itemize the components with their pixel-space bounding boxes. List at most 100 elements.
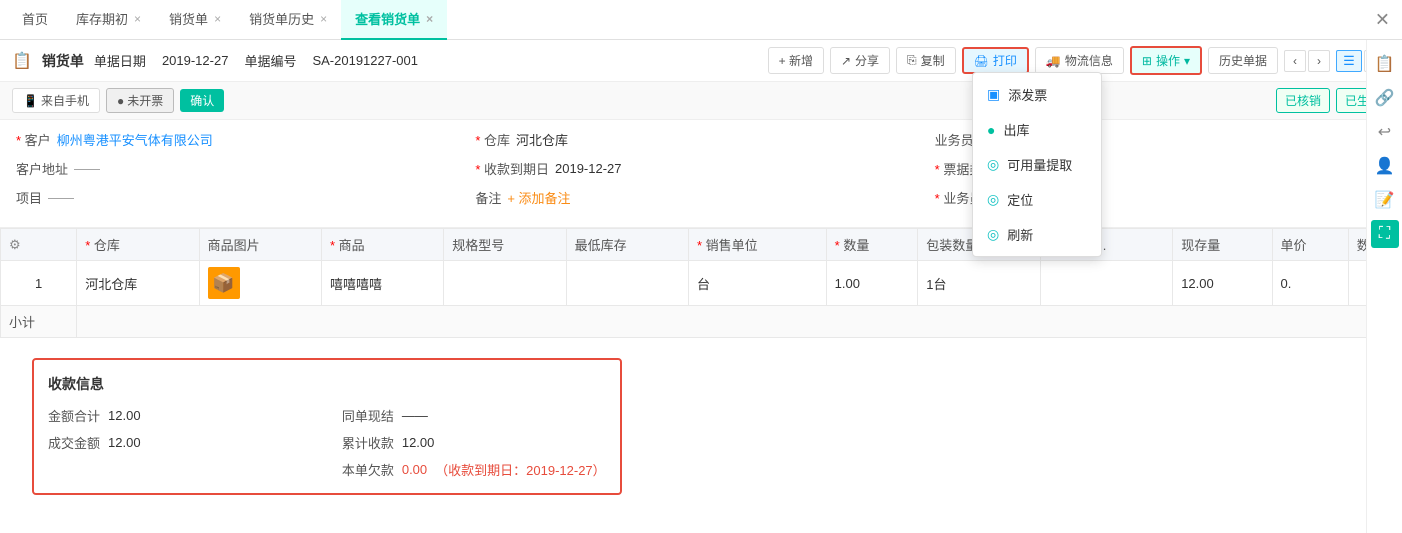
doc-toolbar2: 📱 来自手机 ● 未开票 确认 已核销 已生效 (0, 82, 1402, 120)
row-current-stock: 12.00 (1173, 261, 1272, 306)
history-button[interactable]: 历史单据 (1208, 47, 1278, 74)
phone-button[interactable]: 📱 来自手机 (12, 88, 100, 113)
add-note-button[interactable]: + 添加备注 (507, 188, 570, 207)
total-amount-row: 金额合计 12.00 (48, 406, 312, 425)
number-value: SA-20191227-001 (312, 53, 418, 68)
customer-value[interactable]: 柳州粤港平安气体有限公司 (57, 130, 213, 149)
th-image: 商品图片 (199, 229, 321, 261)
truck-icon: 🚚 (1046, 54, 1061, 68)
doc-meta: 单据日期 2019-12-27 单据编号 SA-20191227-001 (94, 51, 418, 70)
table-header-row: ⚙ * 仓库 商品图片 * 商品 规格型号 最低库存 * 销售单位 * 数量 包… (1, 229, 1402, 261)
close-tab-inventory[interactable]: × (134, 12, 141, 26)
form-row-2: 客户地址 —— 收款到期日 2019-12-27 票据类型 不开票 (16, 159, 1386, 178)
arrears-label: 本单欠款 (342, 460, 394, 479)
address-label: 客户地址 (16, 159, 68, 178)
confirm-button[interactable]: 确认 (180, 89, 224, 112)
window-close-icon[interactable]: ✕ (1375, 9, 1390, 30)
project-field: 项目 —— (16, 188, 467, 207)
note-label: 备注 (475, 188, 501, 207)
data-table: ⚙ * 仓库 商品图片 * 商品 规格型号 最低库存 * 销售单位 * 数量 包… (0, 228, 1402, 338)
add-invoice-label: 添发票 (1008, 85, 1047, 104)
copy-icon: ⎘ (907, 53, 917, 68)
row-unit-price: 0. (1272, 261, 1348, 306)
transaction-label: 成交金额 (48, 433, 100, 452)
prev-arrow[interactable]: ‹ (1284, 50, 1306, 72)
dropdown-item-extract[interactable]: ◎ 可用量提取 (973, 147, 1101, 182)
dropdown-item-refresh[interactable]: ◎ 刷新 (973, 217, 1101, 252)
tab-sales-order[interactable]: 销货单 × (155, 0, 235, 40)
doc-toolbar: 📋 销货单 单据日期 2019-12-27 单据编号 SA-20191227-0… (0, 40, 1402, 82)
locate-icon: ◎ (987, 191, 999, 208)
close-tab-sales-history[interactable]: × (320, 12, 327, 26)
next-arrow[interactable]: › (1308, 50, 1330, 72)
settlement-label: 同单现结 (342, 406, 394, 425)
address-field: 客户地址 —— (16, 159, 467, 178)
tab-bar: 首页 库存期初 × 销货单 × 销货单历史 × 查看销货单 × ✕ (0, 0, 1402, 40)
total-amount-value: 12.00 (108, 408, 141, 423)
dropdown-item-outbound[interactable]: ● 出库 (973, 112, 1101, 147)
project-value: —— (48, 190, 74, 205)
dropdown-item-locate[interactable]: ◎ 定位 (973, 182, 1101, 217)
sidebar-icon-1[interactable]: 📋 (1371, 50, 1399, 78)
new-button[interactable]: + 新增 (768, 47, 824, 74)
not-open-ticket-button[interactable]: ● 未开票 (106, 88, 174, 113)
row-minstock (566, 261, 688, 306)
payment-date-value: 2019-12-27 (555, 161, 622, 176)
doc-title-area: 📋 销货单 单据日期 2019-12-27 单据编号 SA-20191227-0… (12, 51, 760, 71)
tab-inventory-init[interactable]: 库存期初 × (62, 0, 155, 40)
logistics-button[interactable]: 🚚 物流信息 (1035, 47, 1124, 74)
refresh-label: 刷新 (1007, 225, 1033, 244)
table-row: 1 河北仓库 📦 嘻嘻嘻嘻 台 1.00 1台 12.00 0. (1, 261, 1402, 306)
invoice-icon: ▣ (987, 86, 1000, 103)
employee-label: 业务员 (935, 130, 974, 149)
total-amount-label: 金额合计 (48, 406, 100, 425)
th-product: * 商品 (321, 229, 443, 261)
close-tab-sales[interactable]: × (214, 12, 221, 26)
sidebar-icon-expand[interactable]: ⛶ (1371, 220, 1399, 248)
th-minstock: 最低库存 (566, 229, 688, 261)
extract-icon: ◎ (987, 156, 999, 173)
row-spec (444, 261, 566, 306)
tab-home[interactable]: 首页 (8, 0, 62, 40)
print-button[interactable]: 🖨 打印 (962, 47, 1029, 74)
sidebar-icon-5[interactable]: 📝 (1371, 186, 1399, 214)
th-unit-price: 单价 (1272, 229, 1348, 261)
th-warehouse: * 仓库 (77, 229, 199, 261)
doc-icon: 📋 (12, 51, 32, 71)
row-qty: 1.00 (826, 261, 918, 306)
close-tab-view-sales[interactable]: × (426, 12, 433, 26)
address-value: —— (74, 161, 100, 176)
grid-icon: ⊞ (1142, 54, 1152, 68)
subtotal-empty (77, 306, 1402, 338)
warehouse-label: 仓库 (475, 130, 510, 149)
refresh-icon: ◎ (987, 226, 999, 243)
sidebar-icon-3[interactable]: ↩ (1371, 118, 1399, 146)
phone-icon: 📱 (23, 94, 38, 108)
sidebar-icon-4[interactable]: 👤 (1371, 152, 1399, 180)
dropdown-item-add-invoice[interactable]: ▣ 添发票 (973, 77, 1101, 112)
row-available (1040, 261, 1173, 306)
transaction-value: 12.00 (108, 435, 141, 450)
gear-icon[interactable]: ⚙ (9, 237, 21, 252)
th-spec: 规格型号 (444, 229, 566, 261)
project-label: 项目 (16, 188, 42, 207)
operations-button[interactable]: ⊞ 操作 ▾ (1130, 46, 1202, 75)
tab-sales-history[interactable]: 销货单历史 × (235, 0, 341, 40)
ticket-icon: ● (117, 94, 124, 108)
tab-view-sales[interactable]: 查看销货单 × (341, 0, 447, 40)
copy-button[interactable]: ⎘ 复制 (896, 47, 956, 74)
sidebar-icon-2[interactable]: 🔗 (1371, 84, 1399, 112)
cumulative-label: 累计收款 (342, 433, 394, 452)
operations-dropdown: ▣ 添发票 ● 出库 ◎ 可用量提取 ◎ 定位 ◎ 刷新 (972, 72, 1102, 257)
list-view-btn[interactable]: ☰ (1336, 50, 1362, 72)
nav-arrows: ‹ › (1284, 50, 1330, 72)
arrears-row: 本单欠款 0.00 （收款到期日：2019-12-27） (342, 460, 606, 479)
customer-label: 客户 (16, 130, 51, 149)
product-thumb: 📦 (208, 267, 240, 299)
subtotal-label: 小计 (1, 306, 77, 338)
table-section: ⚙ * 仓库 商品图片 * 商品 规格型号 最低库存 * 销售单位 * 数量 包… (0, 228, 1402, 338)
main-content: 📋 销货单 单据日期 2019-12-27 单据编号 SA-20191227-0… (0, 40, 1402, 533)
print-icon: 🖨 (974, 54, 989, 68)
payment-date-label: 收款到期日 (475, 159, 549, 178)
share-button[interactable]: ↗ 分享 (830, 47, 890, 74)
